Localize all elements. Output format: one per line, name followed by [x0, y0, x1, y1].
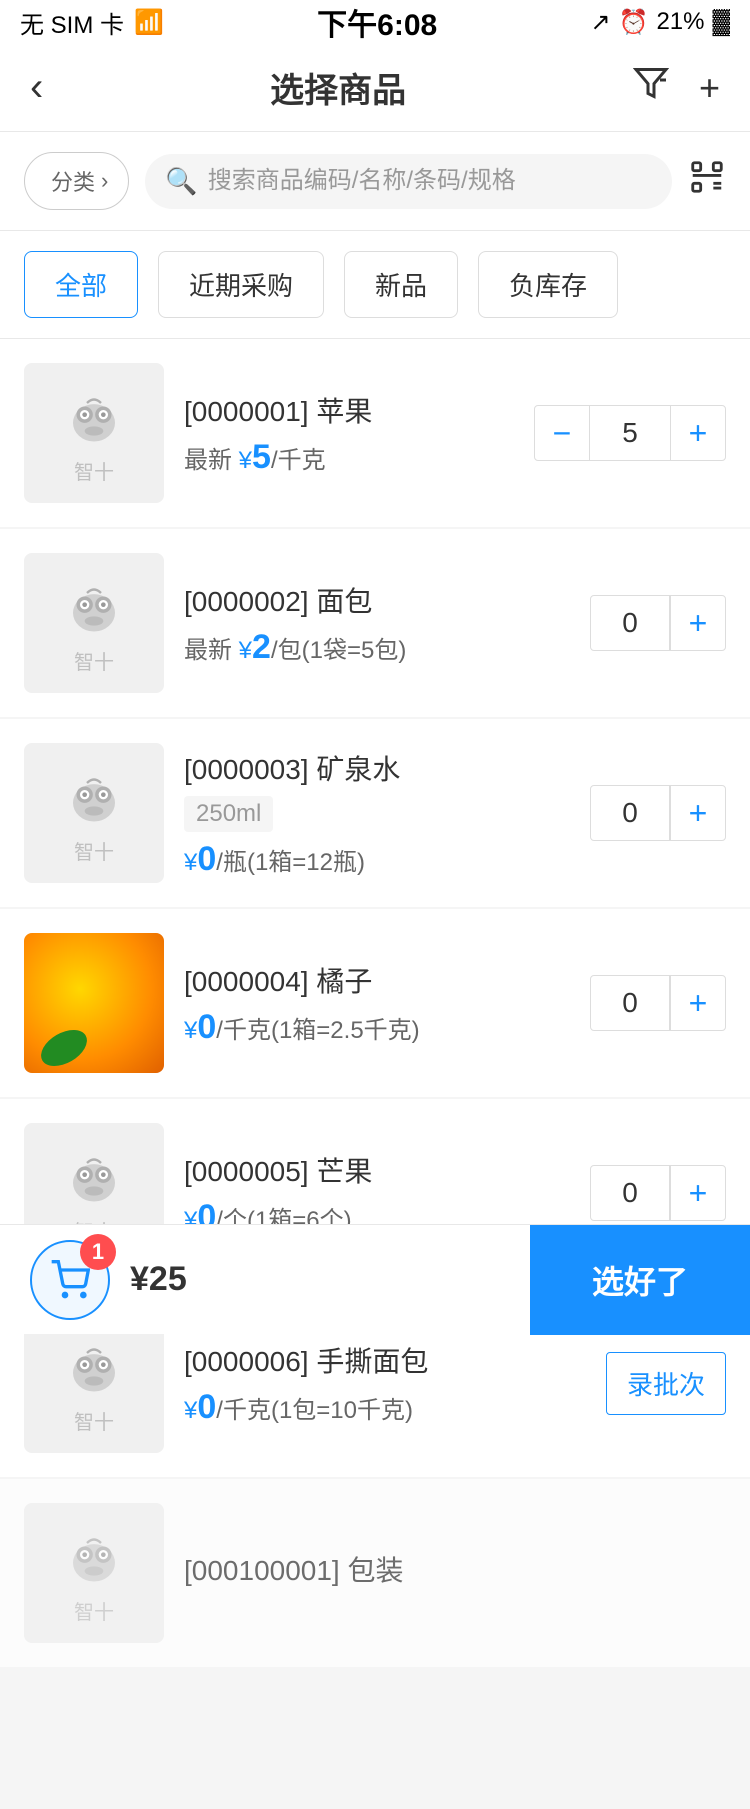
product-spec: 250ml [184, 796, 273, 832]
quantity-control: + [590, 785, 726, 841]
quantity-increase-button[interactable]: + [670, 1165, 726, 1221]
page-title: 选择商品 [270, 63, 406, 112]
list-item: 智十 [0000003] 矿泉水 250ml ¥0/瓶(1箱=12瓶) + [0, 719, 750, 907]
cart-badge: 1 [80, 1234, 116, 1270]
quantity-input[interactable] [590, 785, 670, 841]
product-image: 智十 [24, 363, 164, 503]
owl-placeholder: 智十 [59, 1522, 129, 1625]
product-info: [000100001] 包装 [184, 1549, 726, 1597]
tab-all[interactable]: 全部 [24, 251, 138, 318]
batch-record-button[interactable]: 录批次 [606, 1352, 726, 1415]
wifi-icon: 📶 [134, 8, 164, 37]
quantity-control: 录批次 [606, 1352, 726, 1415]
quantity-control: − + [534, 405, 726, 461]
search-input[interactable] [208, 167, 652, 195]
list-item: 智十 [0000002] 面包 最新 ¥2/包(1袋=5包) + [0, 529, 750, 717]
list-item: 智十 [000100001] 包装 [0, 1479, 750, 1667]
quantity-input[interactable] [590, 975, 670, 1031]
product-price: ¥0/瓶(1箱=12瓶) [184, 840, 570, 879]
quantity-control: + [590, 1165, 726, 1221]
logo-text: 智十 [74, 1406, 114, 1435]
product-list: 智十 [0000001] 苹果 最新 ¥5/千克 − + [0, 339, 750, 1809]
product-name: [0000003] 矿泉水 [184, 748, 570, 788]
quantity-control: + [590, 595, 726, 651]
owl-placeholder: 智十 [59, 1332, 129, 1435]
product-price: 最新 ¥2/包(1袋=5包) [184, 628, 570, 667]
product-image: 智十 [24, 553, 164, 693]
location-icon: ↗ [590, 8, 610, 37]
search-wrapper: 🔍 [145, 154, 672, 209]
cart-area: 1 ¥25 [0, 1240, 217, 1320]
logo-text: 智十 [74, 1596, 114, 1625]
cart-button[interactable]: 1 [30, 1240, 110, 1320]
search-section: 分类 › 🔍 [0, 132, 750, 231]
nav-actions: + [633, 65, 720, 110]
quantity-input[interactable] [590, 1165, 670, 1221]
logo-text: 智十 [74, 646, 114, 675]
quantity-input[interactable] [590, 405, 670, 461]
quantity-control: + [590, 975, 726, 1031]
logo-text: 智十 [74, 836, 114, 865]
price-prefix: 最新 [184, 637, 239, 664]
quantity-increase-button[interactable]: + [670, 785, 726, 841]
filter-icon[interactable] [633, 65, 669, 110]
owl-placeholder: 智十 [59, 762, 129, 865]
product-name: [000100001] 包装 [184, 1549, 726, 1589]
quantity-increase-button[interactable]: + [670, 405, 726, 461]
status-right: ↗ ⏰ 21% ▓ [590, 8, 730, 37]
battery-icon: ▓ [713, 8, 731, 36]
cart-total: ¥25 [130, 1260, 187, 1299]
search-icon: 🔍 [165, 166, 197, 197]
product-image: 智十 [24, 743, 164, 883]
list-item: [0000004] 橘子 ¥0/千克(1箱=2.5千克) + [0, 909, 750, 1097]
filter-tabs: 全部 近期采购 新品 负库存 [0, 231, 750, 339]
category-arrow: › [101, 168, 108, 194]
product-info: [0000001] 苹果 最新 ¥5/千克 [184, 390, 514, 477]
category-label: 分类 [51, 165, 95, 197]
product-price: ¥0/千克(1包=10千克) [184, 1388, 586, 1427]
product-name: [0000005] 芒果 [184, 1150, 570, 1190]
product-image-orange [24, 933, 164, 1073]
product-name: [0000004] 橘子 [184, 960, 570, 1000]
product-name: [0000001] 苹果 [184, 390, 514, 430]
footer: 1 ¥25 选好了 [0, 1224, 750, 1334]
quantity-increase-button[interactable]: + [670, 595, 726, 651]
product-name: [0000002] 面包 [184, 580, 570, 620]
product-price: 最新 ¥5/千克 [184, 438, 514, 477]
quantity-input[interactable] [590, 595, 670, 651]
sim-status: 无 SIM 卡 [20, 5, 124, 40]
price-prefix: 最新 [184, 447, 239, 474]
tab-new[interactable]: 新品 [344, 251, 458, 318]
logo-text: 智十 [74, 456, 114, 485]
status-left: 无 SIM 卡 📶 [20, 5, 164, 40]
back-icon: ‹ [30, 65, 43, 110]
product-name: [0000006] 手撕面包 [184, 1340, 586, 1380]
battery-percent: 21% [656, 8, 704, 36]
tab-negative[interactable]: 负库存 [478, 251, 618, 318]
product-info: [0000006] 手撕面包 ¥0/千克(1包=10千克) [184, 1340, 586, 1427]
product-image: 智十 [24, 1503, 164, 1643]
nav-bar: ‹ 选择商品 + [0, 44, 750, 132]
add-icon[interactable]: + [699, 67, 720, 109]
product-price: ¥0/千克(1箱=2.5千克) [184, 1008, 570, 1047]
quantity-decrease-button[interactable]: − [534, 405, 590, 461]
product-info: [0000003] 矿泉水 250ml ¥0/瓶(1箱=12瓶) [184, 748, 570, 879]
owl-placeholder: 智十 [59, 572, 129, 675]
category-button[interactable]: 分类 › [24, 152, 129, 210]
product-info: [0000002] 面包 最新 ¥2/包(1袋=5包) [184, 580, 570, 667]
back-button[interactable]: ‹ [30, 65, 43, 110]
alarm-icon: ⏰ [619, 8, 649, 37]
status-bar: 无 SIM 卡 📶 下午6:08 ↗ ⏰ 21% ▓ [0, 0, 750, 44]
product-image: 智十 [24, 1313, 164, 1453]
list-item: 智十 [0000001] 苹果 最新 ¥5/千克 − + [0, 339, 750, 527]
confirm-button[interactable]: 选好了 [530, 1225, 750, 1335]
tab-recent[interactable]: 近期采购 [158, 251, 324, 318]
status-time: 下午6:08 [317, 0, 437, 44]
owl-placeholder: 智十 [59, 382, 129, 485]
scan-icon[interactable] [688, 158, 726, 205]
product-info: [0000004] 橘子 ¥0/千克(1箱=2.5千克) [184, 960, 570, 1047]
quantity-increase-button[interactable]: + [670, 975, 726, 1031]
